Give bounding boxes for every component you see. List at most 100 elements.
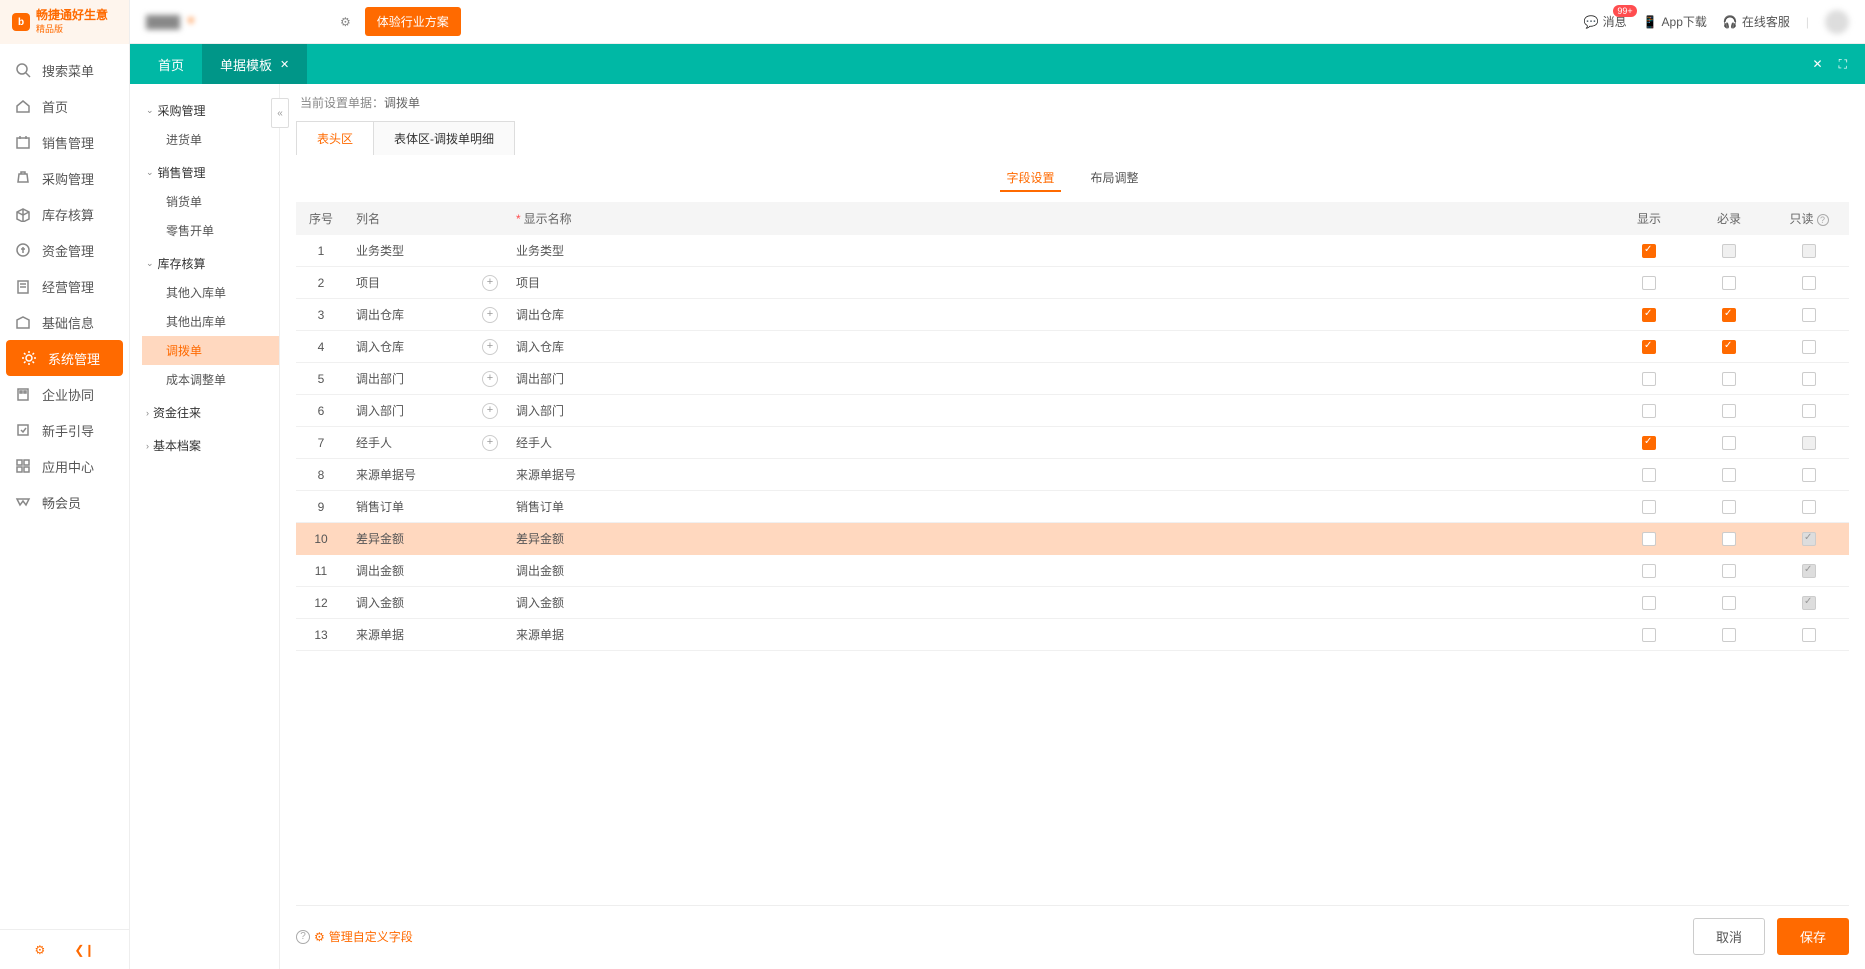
add-icon[interactable]: + <box>482 275 498 291</box>
cell-display[interactable]: 经手人 <box>506 427 1609 459</box>
save-button[interactable]: 保存 <box>1777 918 1849 955</box>
checkbox[interactable] <box>1642 340 1656 354</box>
checkbox[interactable] <box>1802 404 1816 418</box>
sub-tab[interactable]: 布局调整 <box>1085 165 1145 192</box>
checkbox[interactable] <box>1722 276 1736 290</box>
close-all-tabs-icon[interactable]: ✕ <box>1813 57 1823 72</box>
checkbox[interactable] <box>1642 596 1656 610</box>
sec-item[interactable]: 其他入库单 <box>142 278 279 307</box>
avatar[interactable] <box>1825 10 1849 34</box>
cell-display[interactable]: 差异金额 <box>506 523 1609 555</box>
sec-item[interactable]: 其他出库单 <box>142 307 279 336</box>
checkbox[interactable] <box>1722 372 1736 386</box>
checkbox[interactable] <box>1642 532 1656 546</box>
checkbox[interactable] <box>1642 500 1656 514</box>
sec-item[interactable]: 调拨单 <box>142 336 279 365</box>
fullscreen-icon[interactable]: ⛶ <box>1839 57 1847 72</box>
checkbox[interactable] <box>1642 564 1656 578</box>
tab[interactable]: 单据模板✕ <box>202 44 307 84</box>
checkbox[interactable] <box>1722 404 1736 418</box>
cell-display[interactable]: 项目 <box>506 267 1609 299</box>
sidebar-item-system[interactable]: 系统管理 <box>6 340 123 376</box>
cell-display[interactable]: 销售订单 <box>506 491 1609 523</box>
close-tab-icon[interactable]: ✕ <box>280 58 289 71</box>
settings-icon[interactable]: ⚙ <box>35 943 46 957</box>
sub-tab[interactable]: 字段设置 <box>1000 165 1060 192</box>
manage-custom-fields-link[interactable]: ? ⚙ 管理自定义字段 <box>296 928 413 945</box>
checkbox[interactable] <box>1802 500 1816 514</box>
checkbox[interactable] <box>1642 244 1656 258</box>
cell-display[interactable]: 调出仓库 <box>506 299 1609 331</box>
checkbox[interactable] <box>1802 308 1816 322</box>
checkbox[interactable] <box>1802 628 1816 642</box>
gear-icon[interactable]: ⚙ <box>340 15 351 29</box>
cell-display[interactable]: 调入部门 <box>506 395 1609 427</box>
org-selector[interactable]: ████▼ <box>146 15 326 29</box>
cell-display[interactable]: 来源单据 <box>506 619 1609 651</box>
sec-item[interactable]: 进货单 <box>142 125 279 154</box>
checkbox[interactable] <box>1722 308 1736 322</box>
checkbox[interactable] <box>1722 564 1736 578</box>
checkbox[interactable] <box>1642 276 1656 290</box>
sidebar-item-operation[interactable]: 经营管理 <box>0 268 129 304</box>
checkbox[interactable] <box>1802 340 1816 354</box>
collapse-secondary-icon[interactable]: « <box>271 98 289 128</box>
checkbox[interactable] <box>1642 468 1656 482</box>
cell-display[interactable]: 调出金额 <box>506 555 1609 587</box>
checkbox[interactable] <box>1642 372 1656 386</box>
cancel-button[interactable]: 取消 <box>1693 918 1765 955</box>
area-tab[interactable]: 表体区-调拨单明细 <box>373 121 515 155</box>
sidebar-item-funds[interactable]: 资金管理 <box>0 232 129 268</box>
sec-group-head[interactable]: ⌄销售管理 <box>142 158 279 187</box>
sidebar-item-purchase[interactable]: 采购管理 <box>0 160 129 196</box>
sidebar-item-basic[interactable]: 基础信息 <box>0 304 129 340</box>
sec-group-head[interactable]: ›基本档案 <box>142 431 279 460</box>
sec-group-head[interactable]: ⌄库存核算 <box>142 249 279 278</box>
checkbox[interactable] <box>1722 340 1736 354</box>
messages-button[interactable]: 💬 消息 99+ <box>1584 13 1627 30</box>
sec-item[interactable]: 零售开单 <box>142 216 279 245</box>
tab[interactable]: 首页 <box>140 44 202 84</box>
cell-display[interactable]: 业务类型 <box>506 235 1609 267</box>
checkbox[interactable] <box>1722 596 1736 610</box>
help-icon[interactable]: ? <box>1817 214 1829 226</box>
checkbox[interactable] <box>1802 372 1816 386</box>
checkbox[interactable] <box>1722 532 1736 546</box>
sidebar-item-novice[interactable]: 新手引导 <box>0 412 129 448</box>
sidebar-item-search[interactable]: 搜索菜单 <box>0 52 129 88</box>
checkbox[interactable] <box>1722 436 1736 450</box>
collapse-sidebar-icon[interactable]: ❮❙ <box>74 943 94 957</box>
sec-group-head[interactable]: ›资金往来 <box>142 398 279 427</box>
sidebar-item-home[interactable]: 首页 <box>0 88 129 124</box>
sidebar-item-inventory[interactable]: 库存核算 <box>0 196 129 232</box>
checkbox[interactable] <box>1642 628 1656 642</box>
app-download-button[interactable]: 📱 App下载 <box>1643 13 1707 30</box>
cell-display[interactable]: 调出部门 <box>506 363 1609 395</box>
add-icon[interactable]: + <box>482 371 498 387</box>
add-icon[interactable]: + <box>482 339 498 355</box>
sec-item[interactable]: 销货单 <box>142 187 279 216</box>
checkbox[interactable] <box>1722 500 1736 514</box>
sidebar-item-sales[interactable]: 销售管理 <box>0 124 129 160</box>
checkbox[interactable] <box>1642 436 1656 450</box>
sec-item[interactable]: 成本调整单 <box>142 365 279 394</box>
cell-display[interactable]: 调入金额 <box>506 587 1609 619</box>
sec-group-head[interactable]: ⌄采购管理 <box>142 96 279 125</box>
checkbox[interactable] <box>1722 628 1736 642</box>
sidebar-item-member[interactable]: 畅会员 <box>0 484 129 520</box>
sidebar-item-enterprise[interactable]: 企业协同 <box>0 376 129 412</box>
add-icon[interactable]: + <box>482 403 498 419</box>
checkbox[interactable] <box>1642 308 1656 322</box>
online-service-button[interactable]: 🎧 在线客服 <box>1723 13 1790 30</box>
add-icon[interactable]: + <box>482 435 498 451</box>
sidebar-item-appcenter[interactable]: 应用中心 <box>0 448 129 484</box>
area-tab[interactable]: 表头区 <box>296 121 374 155</box>
add-icon[interactable]: + <box>482 307 498 323</box>
cell-display[interactable]: 来源单据号 <box>506 459 1609 491</box>
checkbox[interactable] <box>1802 276 1816 290</box>
experience-button[interactable]: 体验行业方案 <box>365 7 461 36</box>
checkbox[interactable] <box>1642 404 1656 418</box>
checkbox[interactable] <box>1722 468 1736 482</box>
cell-display[interactable]: 调入仓库 <box>506 331 1609 363</box>
checkbox[interactable] <box>1802 468 1816 482</box>
